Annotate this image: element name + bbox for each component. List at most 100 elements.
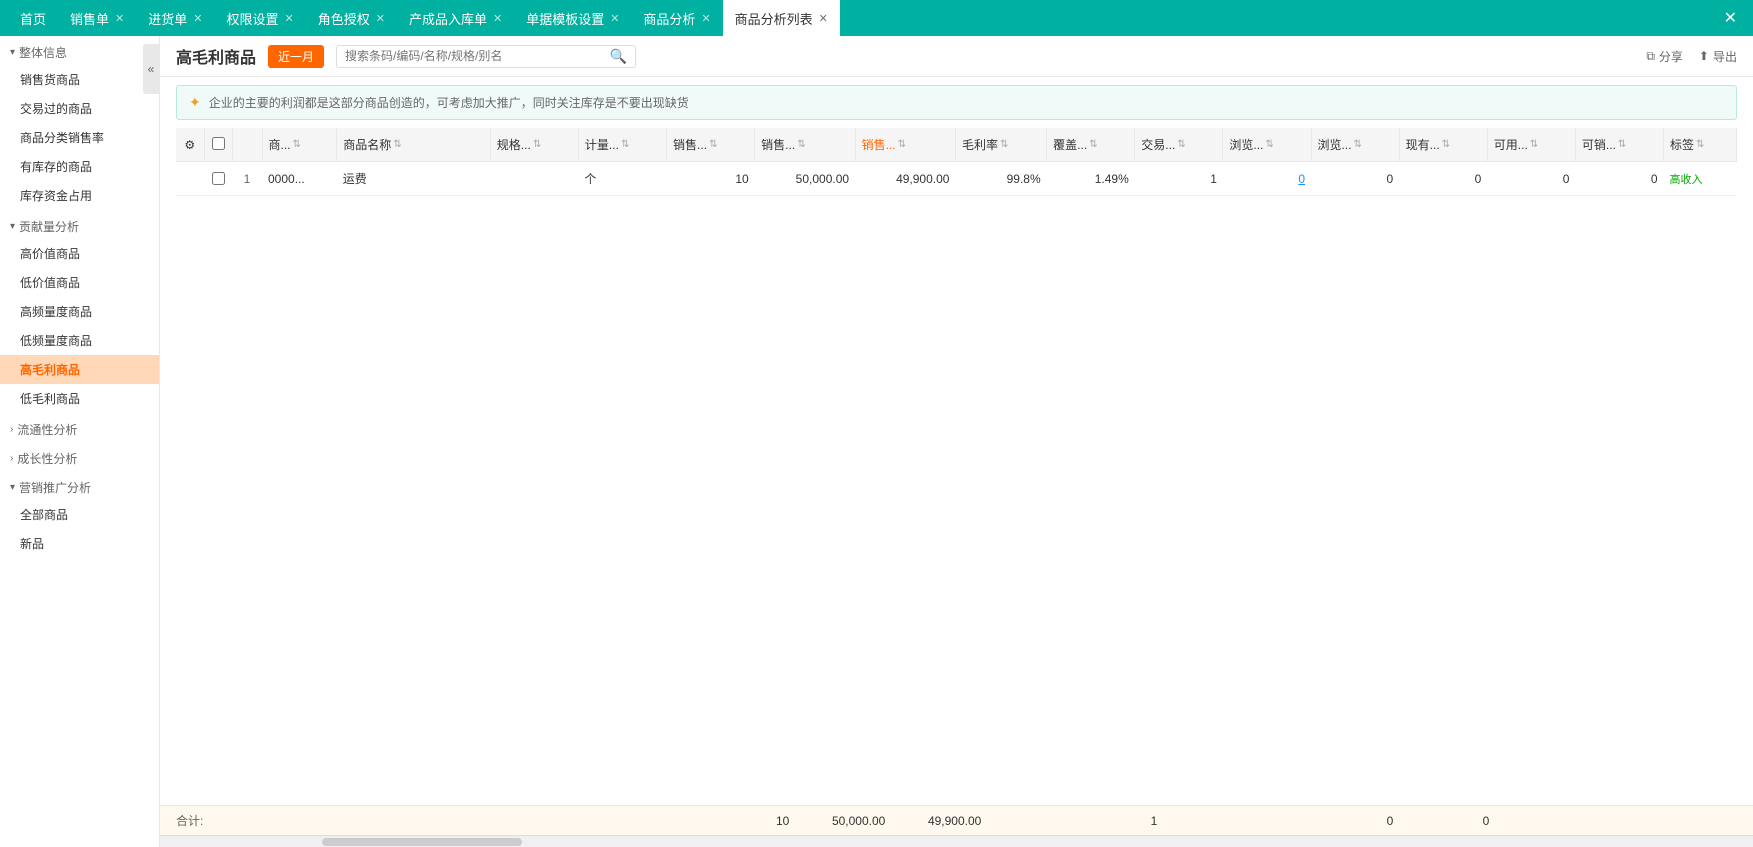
col-num-header	[232, 128, 262, 162]
nav-tab-inbound-label: 产成品入库单	[409, 9, 487, 28]
cell-margin-rate: 99.8%	[955, 162, 1046, 196]
cell-browse2: 0	[1311, 162, 1399, 196]
sidebar-group-growth-label: 成长性分析	[17, 450, 77, 467]
cell-available: 0	[1487, 162, 1575, 196]
footer-label: 合计:	[176, 812, 203, 829]
col-browse1-header[interactable]: 浏览... ⇅	[1223, 128, 1311, 162]
sort-icon: ⇅	[797, 139, 805, 150]
col-saleable-header[interactable]: 可销... ⇅	[1575, 128, 1663, 162]
cell-check[interactable]	[204, 162, 232, 196]
col-current-header[interactable]: 现有... ⇅	[1399, 128, 1487, 162]
sidebar-item-stocked-goods[interactable]: 有库存的商品	[0, 152, 159, 181]
nav-tab-role-close[interactable]: ✕	[376, 12, 385, 25]
cell-code: 0000...	[262, 162, 337, 196]
cell-browse1[interactable]: 0	[1223, 162, 1311, 196]
sidebar-collapse-button[interactable]: «	[143, 44, 159, 94]
sidebar-group-growth-arrow: ›	[10, 453, 13, 464]
sort-icon: ⇅	[1696, 139, 1704, 150]
cell-coverage: 1.49%	[1047, 162, 1135, 196]
sidebar-item-stock-fund[interactable]: 库存资金占用	[0, 181, 159, 210]
sidebar-item-low-value[interactable]: 低价值商品	[0, 268, 159, 297]
nav-tab-sales[interactable]: 销售单 ✕	[58, 0, 136, 36]
col-check[interactable]	[204, 128, 232, 162]
nav-tab-purchase-label: 进货单	[148, 9, 187, 28]
col-settings[interactable]: ⚙	[176, 128, 204, 162]
nav-tab-perm-label: 权限设置	[226, 9, 278, 28]
content-area: 高毛利商品 近一月 🔍 ⧉ 分享 ⬆ 导出 ✦ 企业的主要的利润都是这部分商品创…	[160, 36, 1753, 847]
filter-button[interactable]: 近一月	[268, 45, 324, 68]
col-coverage-header[interactable]: 覆盖... ⇅	[1047, 128, 1135, 162]
sidebar-group-trend-arrow: ›	[10, 424, 13, 435]
sort-icon: ⇅	[1442, 139, 1450, 150]
main-layout: « ▾ 整体信息 销售货商品 交易过的商品 商品分类销售率 有库存的商品 库存资…	[0, 36, 1753, 847]
nav-tab-analysis[interactable]: 商品分析 ✕	[631, 0, 722, 36]
sidebar-group-overall[interactable]: ▾ 整体信息	[0, 36, 159, 65]
sidebar-group-trend-label: 流通性分析	[17, 421, 77, 438]
col-code-header[interactable]: 商... ⇅	[262, 128, 337, 162]
nav-tab-perm[interactable]: 权限设置 ✕	[214, 0, 305, 36]
search-box: 🔍	[336, 45, 636, 68]
sidebar-group-marketing[interactable]: ▾ 营销推广分析	[0, 471, 159, 500]
export-button[interactable]: ⬆ 导出	[1699, 48, 1737, 65]
sort-icon: ⇅	[621, 139, 629, 150]
sidebar-item-high-margin[interactable]: 高毛利商品	[0, 355, 159, 384]
nav-tab-template[interactable]: 单据模板设置 ✕	[514, 0, 631, 36]
table-header-row: ⚙ 商... ⇅	[176, 128, 1737, 162]
nav-tab-analysis-list[interactable]: 商品分析列表 ✕	[723, 0, 840, 36]
col-browse2-header[interactable]: 浏览... ⇅	[1311, 128, 1399, 162]
share-button[interactable]: ⧉ 分享	[1646, 48, 1683, 65]
sidebar-item-traded-goods[interactable]: 交易过的商品	[0, 94, 159, 123]
col-sales-qty-header[interactable]: 销售... ⇅	[667, 128, 755, 162]
sidebar-group-trend[interactable]: › 流通性分析	[0, 413, 159, 442]
sidebar-item-low-freq[interactable]: 低频量度商品	[0, 326, 159, 355]
nav-tab-sales-close[interactable]: ✕	[115, 12, 124, 25]
sidebar-item-new-goods[interactable]: 新品	[0, 529, 159, 558]
nav-tab-inbound-close[interactable]: ✕	[493, 12, 502, 25]
col-name-header[interactable]: 商品名称 ⇅	[337, 128, 491, 162]
app-close-button[interactable]: ✕	[1716, 8, 1745, 28]
sidebar-group-growth[interactable]: › 成长性分析	[0, 442, 159, 471]
search-icon[interactable]: 🔍	[610, 48, 627, 65]
footer-available: 0	[1409, 814, 1489, 828]
search-input[interactable]	[345, 49, 610, 63]
sort-icon: ⇅	[1000, 139, 1008, 150]
row-checkbox[interactable]	[212, 172, 225, 185]
sort-icon: ⇅	[393, 139, 401, 150]
share-label: 分享	[1659, 48, 1683, 65]
col-sales-amount-header[interactable]: 销售... ⇅	[755, 128, 855, 162]
footer-current: 0	[1313, 814, 1393, 828]
sidebar-item-sales-goods[interactable]: 销售货商品	[0, 65, 159, 94]
select-all-checkbox[interactable]	[212, 137, 225, 150]
col-unit-header[interactable]: 计量... ⇅	[578, 128, 666, 162]
sidebar-item-low-margin[interactable]: 低毛利商品	[0, 384, 159, 413]
horizontal-scrollbar[interactable]	[160, 835, 1753, 847]
sort-icon: ⇅	[1530, 139, 1538, 150]
cell-num: 1	[232, 162, 262, 196]
sidebar-item-goods-analysis[interactable]: 商品分类销售率	[0, 123, 159, 152]
col-available-header[interactable]: 可用... ⇅	[1487, 128, 1575, 162]
nav-tab-analysis-close[interactable]: ✕	[701, 12, 710, 25]
sidebar-item-high-value[interactable]: 高价值商品	[0, 239, 159, 268]
nav-tab-purchase-close[interactable]: ✕	[193, 12, 202, 25]
sort-icon: ⇅	[293, 139, 301, 150]
col-spec-header[interactable]: 规格... ⇅	[490, 128, 578, 162]
cell-settings	[176, 162, 204, 196]
nav-tab-home[interactable]: 首页	[8, 0, 58, 36]
nav-tab-analysis-list-close[interactable]: ✕	[819, 12, 828, 25]
nav-tab-inbound[interactable]: 产成品入库单 ✕	[397, 0, 514, 36]
sidebar-group-wealth-label: 贡献量分析	[19, 218, 79, 235]
nav-tab-sales-label: 销售单	[70, 9, 109, 28]
col-transaction-header[interactable]: 交易... ⇅	[1135, 128, 1223, 162]
col-margin-rate-header[interactable]: 毛利率 ⇅	[955, 128, 1046, 162]
nav-tab-template-close[interactable]: ✕	[610, 12, 619, 25]
nav-tab-role[interactable]: 角色授权 ✕	[306, 0, 397, 36]
nav-tab-purchase[interactable]: 进货单 ✕	[136, 0, 214, 36]
sidebar-item-all-goods[interactable]: 全部商品	[0, 500, 159, 529]
sidebar-item-high-freq[interactable]: 高频量度商品	[0, 297, 159, 326]
sidebar-group-wealth[interactable]: ▾ 贡献量分析	[0, 210, 159, 239]
scroll-thumb[interactable]	[322, 838, 522, 846]
col-sales-cost-header[interactable]: 销售... ⇅	[855, 128, 955, 162]
col-tag-header[interactable]: 标签 ⇅	[1664, 128, 1737, 162]
nav-tab-perm-close[interactable]: ✕	[285, 12, 294, 25]
top-navigation: 首页 销售单 ✕ 进货单 ✕ 权限设置 ✕ 角色授权 ✕ 产成品入库单 ✕ 单据…	[0, 0, 1753, 36]
